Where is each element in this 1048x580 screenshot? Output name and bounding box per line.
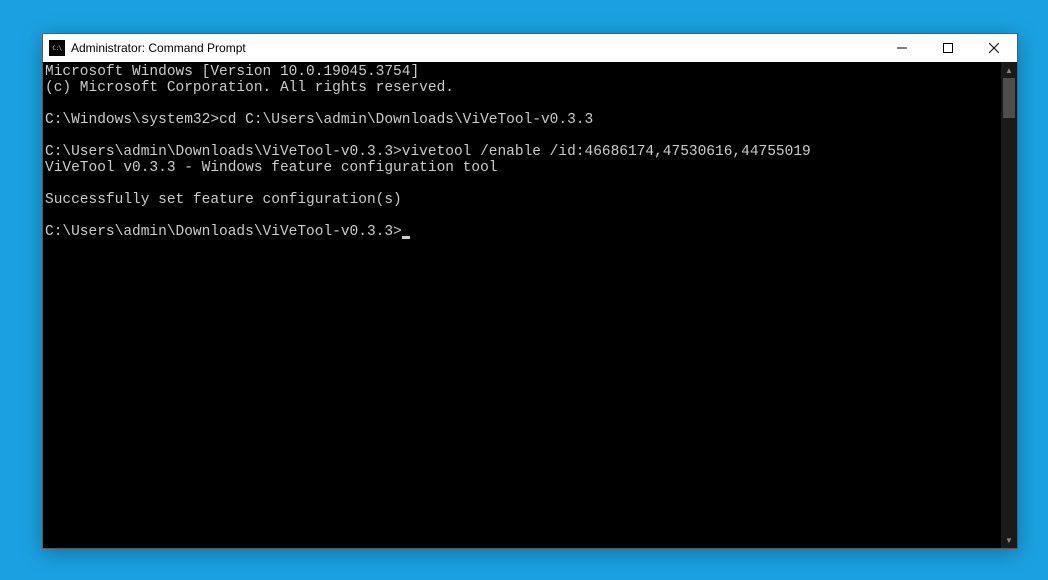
close-icon	[989, 43, 999, 53]
terminal-line: C:\Users\admin\Downloads\ViVeTool-v0.3.3…	[45, 144, 1001, 160]
titlebar-controls	[879, 34, 1017, 62]
scrollbar-thumb[interactable]	[1003, 78, 1015, 118]
scrollbar-track[interactable]	[1001, 78, 1017, 532]
terminal-cursor	[402, 236, 410, 239]
maximize-icon	[943, 43, 953, 53]
minimize-button[interactable]	[879, 34, 925, 62]
terminal-line	[45, 96, 1001, 112]
terminal-container: Microsoft Windows [Version 10.0.19045.37…	[43, 62, 1017, 548]
titlebar[interactable]: C:\ Administrator: Command Prompt	[43, 34, 1017, 62]
cmd-icon: C:\	[49, 40, 65, 56]
close-button[interactable]	[971, 34, 1017, 62]
terminal-line	[45, 128, 1001, 144]
terminal-line: C:\Users\admin\Downloads\ViVeTool-v0.3.3…	[45, 224, 1001, 240]
terminal-line	[45, 208, 1001, 224]
terminal-line: ViVeTool v0.3.3 - Windows feature config…	[45, 160, 1001, 176]
terminal-line: Successfully set feature configuration(s…	[45, 192, 1001, 208]
vertical-scrollbar[interactable]: ▲ ▼	[1001, 62, 1017, 548]
terminal-line: Microsoft Windows [Version 10.0.19045.37…	[45, 64, 1001, 80]
terminal-line: C:\Windows\system32>cd C:\Users\admin\Do…	[45, 112, 1001, 128]
minimize-icon	[897, 43, 907, 53]
terminal-line: (c) Microsoft Corporation. All rights re…	[45, 80, 1001, 96]
maximize-button[interactable]	[925, 34, 971, 62]
scroll-up-arrow[interactable]: ▲	[1001, 62, 1017, 78]
command-prompt-window: C:\ Administrator: Command Prompt Micros…	[42, 33, 1018, 549]
window-title: Administrator: Command Prompt	[71, 41, 879, 55]
terminal-output[interactable]: Microsoft Windows [Version 10.0.19045.37…	[43, 62, 1001, 548]
terminal-line	[45, 176, 1001, 192]
scroll-down-arrow[interactable]: ▼	[1001, 532, 1017, 548]
